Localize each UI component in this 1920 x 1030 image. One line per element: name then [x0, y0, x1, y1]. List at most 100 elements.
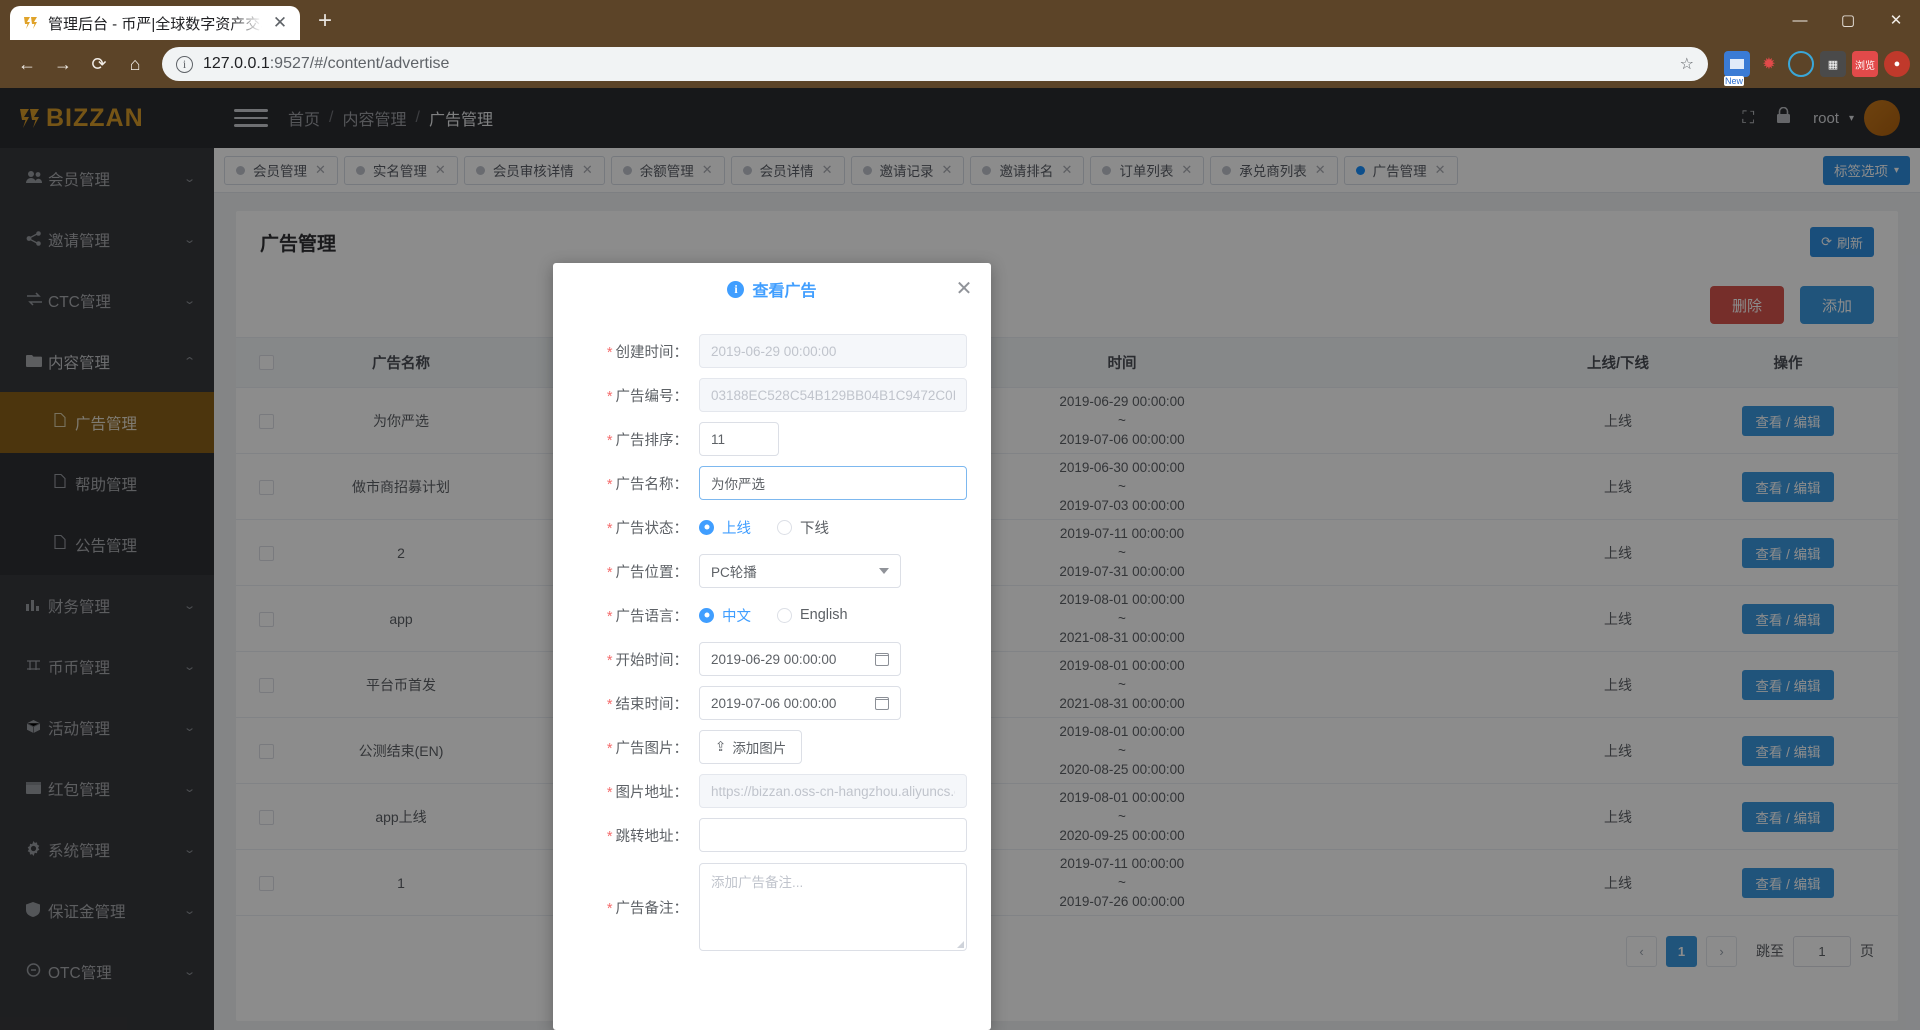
required-mark: *: [607, 829, 613, 845]
reload-icon[interactable]: ⟳: [82, 47, 116, 81]
extension-new-badge: New: [1724, 76, 1744, 86]
back-icon[interactable]: ←: [10, 47, 44, 81]
field-image: *广告图片： ⇪添加图片: [553, 725, 991, 769]
image-url-input: https://bizzan.oss-cn-hangzhou.aliyuncs.…: [699, 774, 967, 808]
status-radio-online[interactable]: 上线: [699, 517, 751, 538]
field-label: *广告语言：: [577, 605, 699, 626]
field-control: 2019-07-06 00:00:00: [699, 686, 967, 720]
browser-tab[interactable]: 管理后台 - 币严|全球数字资产交易平台 ✕: [10, 6, 300, 40]
favicon-icon: [22, 14, 40, 32]
extension-icons: New ✹ ▦ 浏览 ●: [1718, 51, 1910, 77]
radio-dot-icon: [777, 520, 792, 535]
position-select[interactable]: PC轮播: [699, 554, 901, 588]
field-control: 为你严选: [699, 466, 967, 500]
home-icon[interactable]: ⌂: [118, 47, 152, 81]
field-start-time: *开始时间： 2019-06-29 00:00:00: [553, 637, 991, 681]
extension-circle-icon[interactable]: [1788, 51, 1814, 77]
required-mark: *: [607, 565, 613, 581]
required-mark: *: [607, 389, 613, 405]
required-mark: *: [607, 521, 613, 537]
required-mark: *: [607, 653, 613, 669]
forward-icon[interactable]: →: [46, 47, 80, 81]
field-label: *广告编号：: [577, 385, 699, 406]
field-create-time: *创建时间： 2019-06-29 00:00:00: [553, 329, 991, 373]
field-label: *广告状态：: [577, 517, 699, 538]
extension-browse-icon[interactable]: 浏览: [1852, 51, 1878, 77]
field-control: ⇪添加图片: [699, 730, 967, 764]
profile-avatar-icon[interactable]: ●: [1884, 51, 1910, 77]
field-sort: *广告排序： 11: [553, 417, 991, 461]
field-label: *广告备注：: [577, 897, 699, 918]
bookmark-star-icon[interactable]: ☆: [1680, 54, 1694, 74]
start-time-input[interactable]: 2019-06-29 00:00:00: [699, 642, 901, 676]
extension-dark-icon[interactable]: ▦: [1820, 51, 1846, 77]
field-label: *跳转地址：: [577, 825, 699, 846]
dialog-body: *创建时间： 2019-06-29 00:00:00 *广告编号： 03188E…: [553, 315, 991, 957]
browser-toolbar: ← → ⟳ ⌂ i 127.0.0.1:9527/#/content/adver…: [0, 40, 1920, 88]
field-status: *广告状态： 上线 下线: [553, 505, 991, 549]
extension-butterfly-icon[interactable]: ✹: [1756, 51, 1782, 77]
field-image-url: *图片地址： https://bizzan.oss-cn-hangzhou.al…: [553, 769, 991, 813]
required-mark: *: [607, 345, 613, 361]
language-radio-english[interactable]: English: [777, 607, 848, 623]
dialog-header: i 查看广告 ✕: [553, 263, 991, 315]
browser-tabstrip: 管理后台 - 币严|全球数字资产交易平台 ✕ + — ▢ ✕: [0, 0, 1920, 40]
required-mark: *: [607, 477, 613, 493]
field-control: 2019-06-29 00:00:00: [699, 642, 967, 676]
window-close-button[interactable]: ✕: [1872, 0, 1920, 40]
dialog-title-text: 查看广告: [752, 277, 816, 301]
field-label: *创建时间：: [577, 341, 699, 362]
status-radio-offline[interactable]: 下线: [777, 517, 829, 538]
window-maximize-button[interactable]: ▢: [1824, 0, 1872, 40]
window-controls: — ▢ ✕: [1776, 0, 1920, 40]
chevron-down-icon: [879, 568, 889, 574]
browser-chrome: 管理后台 - 币严|全球数字资产交易平台 ✕ + — ▢ ✕ ← → ⟳ ⌂ i…: [0, 0, 1920, 88]
admin-app: BIZZAN 会员管理 ⌄ 邀请管理 ⌄ CTC管理 ⌄: [0, 88, 1920, 1030]
ad-name-input[interactable]: 为你严选: [699, 466, 967, 500]
new-tab-button[interactable]: +: [308, 6, 342, 40]
radio-dot-icon: [699, 520, 714, 535]
field-language: *广告语言： 中文 English: [553, 593, 991, 637]
browser-tab-title: 管理后台 - 币严|全球数字资产交易平台: [48, 13, 262, 34]
sort-input[interactable]: 11: [699, 422, 779, 456]
browser-tab-close-icon[interactable]: ✕: [270, 13, 290, 33]
field-remark: *广告备注： 添加广告备注...: [553, 857, 991, 957]
field-position: *广告位置： PC轮播: [553, 549, 991, 593]
field-label: *广告图片：: [577, 737, 699, 758]
field-ad-id: *广告编号： 03188EC528C54B129BB04B1C9472C0D9: [553, 373, 991, 417]
radio-dot-icon: [777, 608, 792, 623]
remark-textarea[interactable]: 添加广告备注...: [699, 863, 967, 951]
window-minimize-button[interactable]: —: [1776, 0, 1824, 40]
site-info-icon[interactable]: i: [176, 56, 193, 73]
calendar-icon: [875, 653, 889, 666]
view-advertise-dialog: i 查看广告 ✕ *创建时间： 2019-06-29 00:00:00 *广告编…: [553, 263, 991, 1030]
link-url-input[interactable]: [699, 818, 967, 852]
required-mark: *: [607, 697, 613, 713]
ad-id-input: 03188EC528C54B129BB04B1C9472C0D9: [699, 378, 967, 412]
field-label: *广告排序：: [577, 429, 699, 450]
field-name: *广告名称： 为你严选: [553, 461, 991, 505]
radio-dot-icon: [699, 608, 714, 623]
field-label: *开始时间：: [577, 649, 699, 670]
field-control: https://bizzan.oss-cn-hangzhou.aliyuncs.…: [699, 774, 967, 808]
field-control: 添加广告备注...: [699, 863, 967, 951]
language-radio-chinese[interactable]: 中文: [699, 605, 751, 626]
field-control: [699, 818, 967, 852]
address-bar-url: 127.0.0.1:9527/#/content/advertise: [203, 55, 449, 73]
end-time-input[interactable]: 2019-07-06 00:00:00: [699, 686, 901, 720]
status-radio-group: 上线 下线: [699, 517, 967, 538]
field-label: *结束时间：: [577, 693, 699, 714]
upload-icon: ⇪: [715, 739, 726, 755]
language-radio-group: 中文 English: [699, 605, 967, 626]
calendar-icon: [875, 697, 889, 710]
field-control: PC轮播: [699, 554, 967, 588]
address-bar[interactable]: i 127.0.0.1:9527/#/content/advertise ☆: [162, 47, 1708, 81]
required-mark: *: [607, 901, 613, 917]
field-label: *广告名称：: [577, 473, 699, 494]
upload-image-button[interactable]: ⇪添加图片: [699, 730, 802, 764]
field-control: 11: [699, 422, 967, 456]
extension-new-icon[interactable]: New: [1724, 51, 1750, 77]
field-control: 2019-06-29 00:00:00: [699, 334, 967, 368]
field-label: *广告位置：: [577, 561, 699, 582]
dialog-close-icon[interactable]: ✕: [953, 279, 975, 301]
